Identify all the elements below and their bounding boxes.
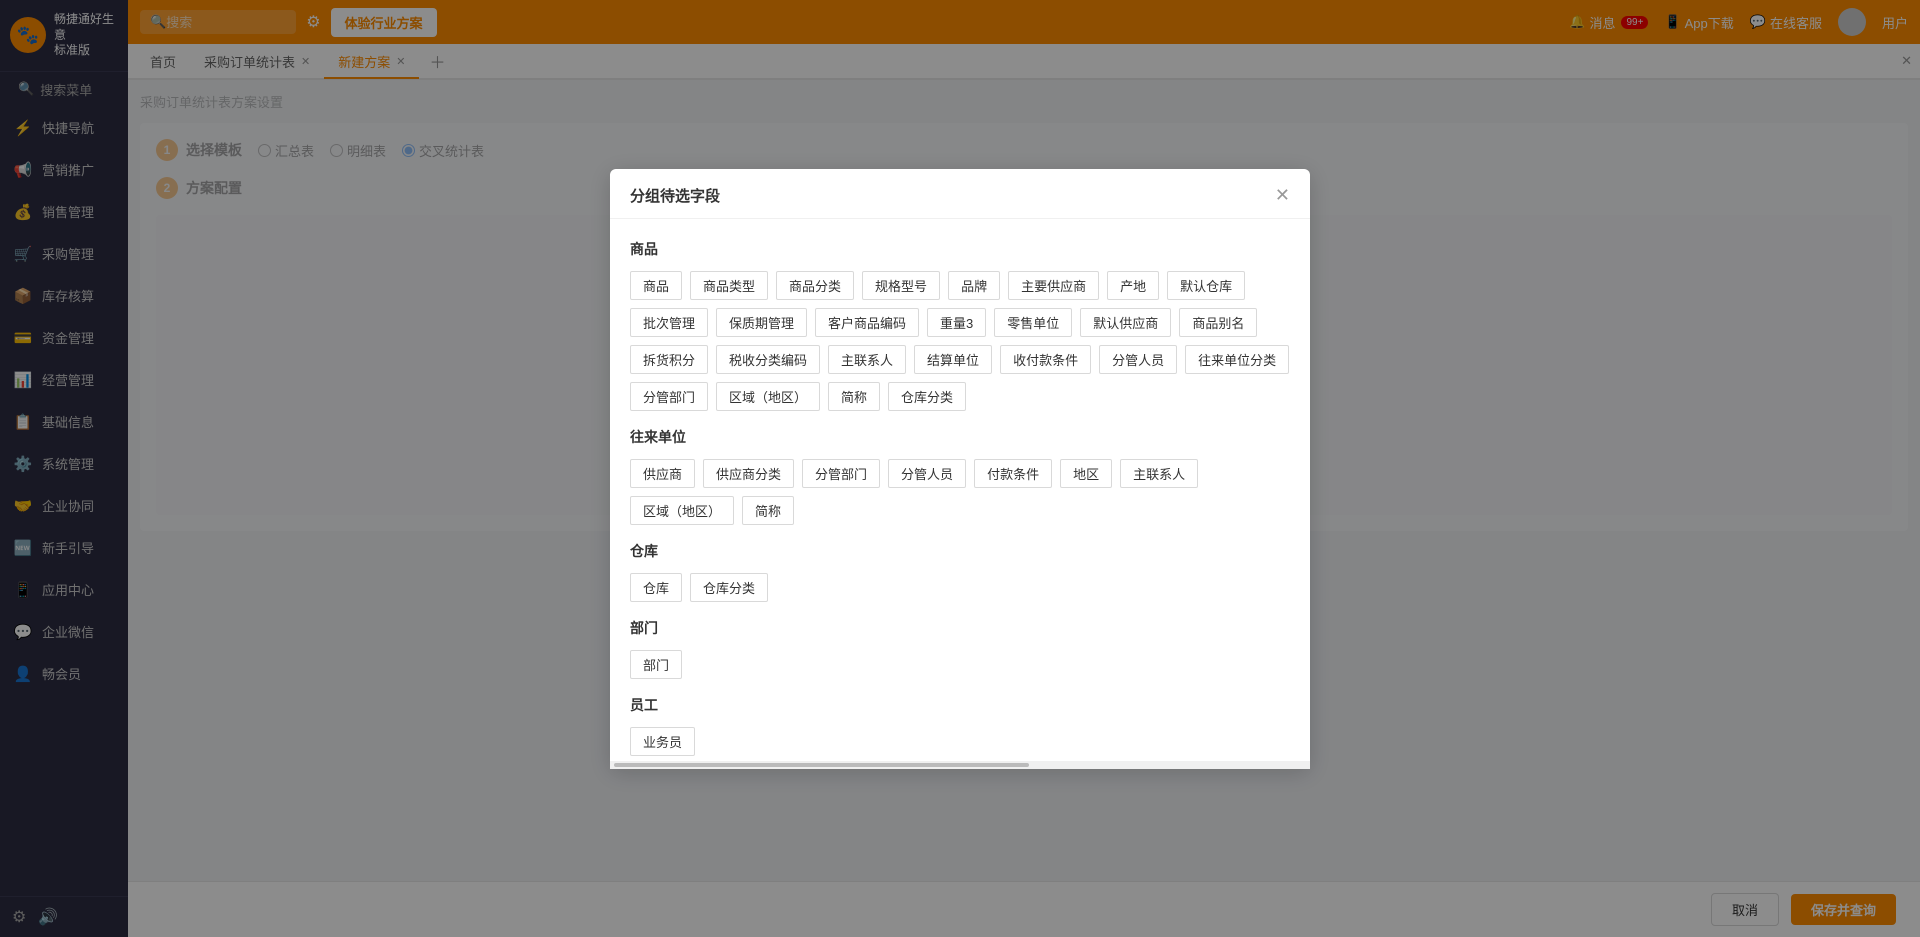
tag-group-partner: 供应商供应商分类分管部门分管人员付款条件地区主联系人区域（地区） 简称: [630, 459, 1290, 525]
tag-规格型号[interactable]: 规格型号: [862, 271, 940, 300]
section-title-employee: 员工: [630, 695, 1290, 715]
tag-供应商[interactable]: 供应商: [630, 459, 695, 488]
tag-分管人员[interactable]: 分管人员: [1099, 345, 1177, 374]
tag-仓库[interactable]: 仓库: [630, 573, 682, 602]
tag-拆货积分[interactable]: 拆货积分: [630, 345, 708, 374]
section-department: 部门部门: [630, 618, 1290, 679]
tag-批次管理[interactable]: 批次管理: [630, 308, 708, 337]
tag-仓库分类[interactable]: 仓库分类: [888, 382, 966, 411]
tag-零售单位[interactable]: 零售单位: [994, 308, 1072, 337]
field-picker-dialog: 分组待选字段 ✕ 商品商品商品类型商品分类规格型号品牌主要供应商产地默认仓库批次…: [610, 169, 1310, 769]
tag-客户商品编码[interactable]: 客户商品编码: [815, 308, 919, 337]
section-goods: 商品商品商品类型商品分类规格型号品牌主要供应商产地默认仓库批次管理保质期管理客户…: [630, 239, 1290, 411]
tag-主要供应商[interactable]: 主要供应商: [1008, 271, 1099, 300]
section-warehouse: 仓库仓库仓库分类: [630, 541, 1290, 602]
tag-付款条件[interactable]: 付款条件: [974, 459, 1052, 488]
tag-默认供应商[interactable]: 默认供应商: [1080, 308, 1171, 337]
tag-简称[interactable]: 简称: [828, 382, 880, 411]
tag-仓库分类[interactable]: 仓库分类: [690, 573, 768, 602]
tag-简称[interactable]: 简称: [742, 496, 794, 525]
dialog-header: 分组待选字段 ✕: [610, 169, 1310, 219]
tag-group-department: 部门: [630, 650, 1290, 679]
tag-默认仓库[interactable]: 默认仓库: [1167, 271, 1245, 300]
tag-产地[interactable]: 产地: [1107, 271, 1159, 300]
tag-分管人员[interactable]: 分管人员: [888, 459, 966, 488]
tag-分管部门[interactable]: 分管部门: [802, 459, 880, 488]
tag-往来单位分类[interactable]: 往来单位分类: [1185, 345, 1289, 374]
tag-保质期管理[interactable]: 保质期管理: [716, 308, 807, 337]
tag-商品[interactable]: 商品: [630, 271, 682, 300]
section-title-department: 部门: [630, 618, 1290, 638]
tag-group-goods: 商品商品类型商品分类规格型号品牌主要供应商产地默认仓库批次管理保质期管理客户商品…: [630, 271, 1290, 411]
tag-结算单位[interactable]: 结算单位: [914, 345, 992, 374]
section-title-partner: 往来单位: [630, 427, 1290, 447]
tag-group-employee: 业务员: [630, 727, 1290, 756]
tag-商品别名[interactable]: 商品别名: [1179, 308, 1257, 337]
section-employee: 员工业务员: [630, 695, 1290, 756]
dialog-close-btn[interactable]: ✕: [1275, 185, 1290, 206]
tag-地区[interactable]: 地区: [1060, 459, 1112, 488]
tag-业务员[interactable]: 业务员: [630, 727, 695, 756]
tag-主联系人[interactable]: 主联系人: [828, 345, 906, 374]
tag-税收分类编码[interactable]: 税收分类编码: [716, 345, 820, 374]
tag-商品类型[interactable]: 商品类型: [690, 271, 768, 300]
dialog-horizontal-scrollbar[interactable]: [610, 761, 1310, 769]
tag-品牌[interactable]: 品牌: [948, 271, 1000, 300]
tag-group-warehouse: 仓库仓库分类: [630, 573, 1290, 602]
tag-收付款条件[interactable]: 收付款条件: [1000, 345, 1091, 374]
tag-分管部门[interactable]: 分管部门: [630, 382, 708, 411]
tag-供应商分类[interactable]: 供应商分类: [703, 459, 794, 488]
tag-商品分类[interactable]: 商品分类: [776, 271, 854, 300]
section-title-goods: 商品: [630, 239, 1290, 259]
dialog-body: 商品商品商品类型商品分类规格型号品牌主要供应商产地默认仓库批次管理保质期管理客户…: [610, 219, 1310, 761]
tag-区域（地区）[interactable]: 区域（地区）: [630, 496, 734, 525]
tag-区域（地区）[interactable]: 区域（地区）: [716, 382, 820, 411]
tag-主联系人[interactable]: 主联系人: [1120, 459, 1198, 488]
tag-部门[interactable]: 部门: [630, 650, 682, 679]
section-partner: 往来单位供应商供应商分类分管部门分管人员付款条件地区主联系人区域（地区） 简称: [630, 427, 1290, 525]
tag-重量3[interactable]: 重量3: [927, 308, 986, 337]
dialog-title: 分组待选字段: [630, 185, 720, 206]
section-title-warehouse: 仓库: [630, 541, 1290, 561]
